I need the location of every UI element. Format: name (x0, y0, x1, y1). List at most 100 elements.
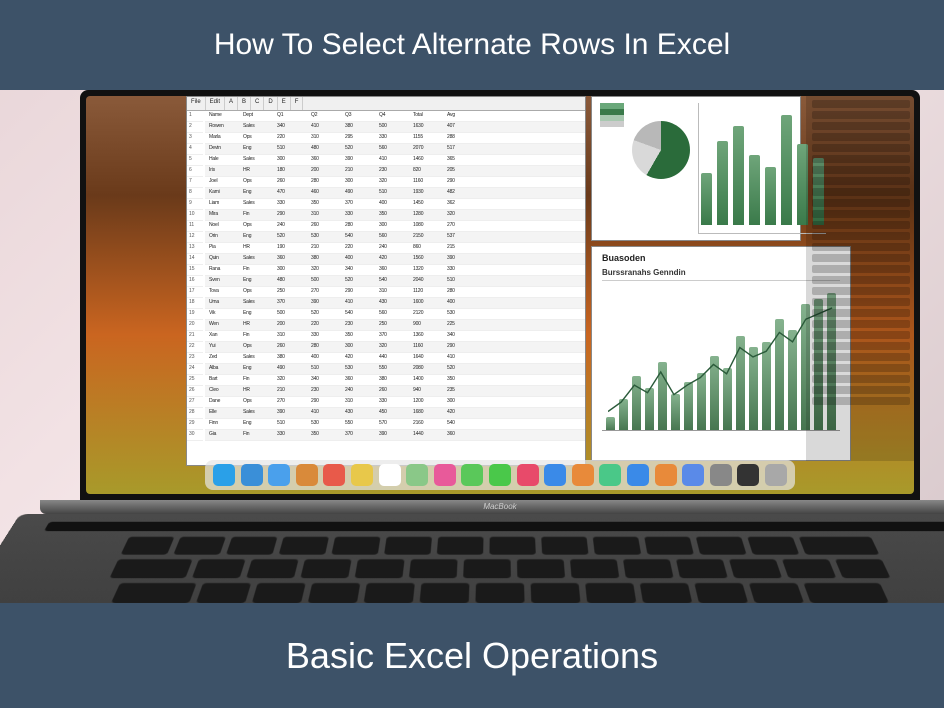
chart-2-heading: Burssranahs Genndin (602, 265, 840, 281)
maps-icon[interactable] (406, 464, 428, 486)
screen-bezel: File Edit A B C D E F 12345678910 111213… (80, 90, 920, 500)
key-row (16, 559, 944, 578)
table-row: DevinEng5104805205602070517 (205, 144, 585, 155)
macos-dock (205, 460, 795, 490)
key-row (1, 583, 944, 603)
table-row: VikEng5005205405602120530 (205, 309, 585, 320)
chart-bar (619, 399, 628, 431)
table-row: KamiEng4704604905101930482 (205, 188, 585, 199)
chart-bar (736, 336, 745, 431)
sheet-body: 12345678910 11121314151617181920 2122232… (187, 111, 585, 441)
contacts-icon[interactable] (296, 464, 318, 486)
chart-bar (684, 382, 693, 431)
chart-bar (701, 173, 712, 225)
page-title: How To Select Alternate Rows In Excel (214, 28, 730, 62)
key-row (30, 537, 944, 555)
chart-bar (606, 417, 615, 431)
chart-bar (781, 115, 792, 225)
reminders-icon[interactable] (379, 464, 401, 486)
terminal-icon[interactable] (737, 464, 759, 486)
table-row: QuinSales3603804004201560390 (205, 254, 585, 265)
chart-window-1 (591, 96, 801, 241)
table-row: NameDeptQ1Q2Q3Q4TotalAvg (205, 111, 585, 122)
preview-icon[interactable] (682, 464, 704, 486)
numbers-icon[interactable] (599, 464, 621, 486)
chart-2-subtitle: Buasoden (602, 253, 840, 263)
chart-bar (697, 373, 706, 431)
photos-icon[interactable] (434, 464, 456, 486)
table-row: MiraFin2903103303501280320 (205, 210, 585, 221)
table-row: OrinEng5205305405602150537 (205, 232, 585, 243)
books-icon[interactable] (572, 464, 594, 486)
chart-bar (632, 376, 641, 431)
table-row: ElleSales3904104304501680420 (205, 408, 585, 419)
chart-bar (645, 388, 654, 431)
chart-bar (717, 141, 728, 225)
table-row: FinnEng5105305505702160540 (205, 419, 585, 430)
chart-bar (658, 362, 667, 431)
side-panel (806, 96, 914, 461)
notes-icon[interactable] (351, 464, 373, 486)
top-banner: How To Select Alternate Rows In Excel (0, 0, 944, 90)
keynote-icon[interactable] (627, 464, 649, 486)
bar-chart-large (602, 281, 840, 431)
table-row: CleoHR210230240260940235 (205, 386, 585, 397)
chart-bar (710, 356, 719, 431)
music-icon[interactable] (517, 464, 539, 486)
menu-item: A (225, 97, 238, 110)
menu-item: F (291, 97, 304, 110)
spreadsheet-toolbar: File Edit A B C D E F (187, 97, 585, 111)
table-row: WenHR200220230250900225 (205, 320, 585, 331)
menu-item: E (278, 97, 291, 110)
table-row: DaneOps2702903103301200300 (205, 397, 585, 408)
table-row: MarlaOps2203102953301155288 (205, 133, 585, 144)
table-row: SvenEng4805005205402040510 (205, 276, 585, 287)
appstore-icon[interactable] (544, 464, 566, 486)
table-row: AlbaEng4905105305502080520 (205, 364, 585, 375)
laptop-hinge: MacBook (40, 500, 944, 514)
desktop-screen: File Edit A B C D E F 12345678910 111213… (86, 96, 914, 494)
pie-chart (632, 121, 690, 179)
chart-bar (671, 394, 680, 431)
menu-item: File (187, 97, 206, 110)
bottom-banner: Basic Excel Operations (0, 603, 944, 708)
table-row: LiamSales3303503704001450362 (205, 199, 585, 210)
calendar-icon[interactable] (323, 464, 345, 486)
touchbar (44, 522, 944, 531)
table-row: YuiOps2602803003201160290 (205, 342, 585, 353)
table-row: TovaOps2502702903101120280 (205, 287, 585, 298)
chart-bar (733, 126, 744, 225)
table-row: UmaSales3703904104301600400 (205, 298, 585, 309)
menu-item: C (251, 97, 264, 110)
table-row: XanFin3103303503701360340 (205, 331, 585, 342)
table-row: BartFin3203403603801400350 (205, 375, 585, 386)
table-row: RowenSales3404103805001630407 (205, 122, 585, 133)
trash-icon[interactable] (765, 464, 787, 486)
table-row: RanaFin3003203403601320330 (205, 265, 585, 276)
laptop-brand: MacBook (483, 502, 516, 511)
table-row: GiaFin3303503703901440360 (205, 430, 585, 441)
settings-icon[interactable] (710, 464, 732, 486)
chart-bar (775, 319, 784, 431)
pages-icon[interactable] (655, 464, 677, 486)
table-row: PiaHR190210220240860215 (205, 243, 585, 254)
table-row: NoelOps2402602803001080270 (205, 221, 585, 232)
legend-strip (600, 103, 624, 234)
spreadsheet-window: File Edit A B C D E F 12345678910 111213… (186, 96, 586, 466)
menu-item: Edit (206, 97, 225, 110)
mail-icon[interactable] (268, 464, 290, 486)
chart-bar (788, 330, 797, 431)
chart-bar (749, 347, 758, 431)
messages-icon[interactable] (461, 464, 483, 486)
table-row: JoelOps2602803003201160290 (205, 177, 585, 188)
bottom-title: Basic Excel Operations (286, 635, 658, 677)
facetime-icon[interactable] (489, 464, 511, 486)
menu-item: B (238, 97, 251, 110)
chart-bar (723, 368, 732, 431)
chart-bar (765, 167, 776, 225)
finder-icon[interactable] (213, 464, 235, 486)
safari-icon[interactable] (241, 464, 263, 486)
table-row: ZedSales3804004204401640410 (205, 353, 585, 364)
row-labels: 12345678910 11121314151617181920 2122232… (187, 111, 203, 441)
chart-bar (762, 342, 771, 431)
